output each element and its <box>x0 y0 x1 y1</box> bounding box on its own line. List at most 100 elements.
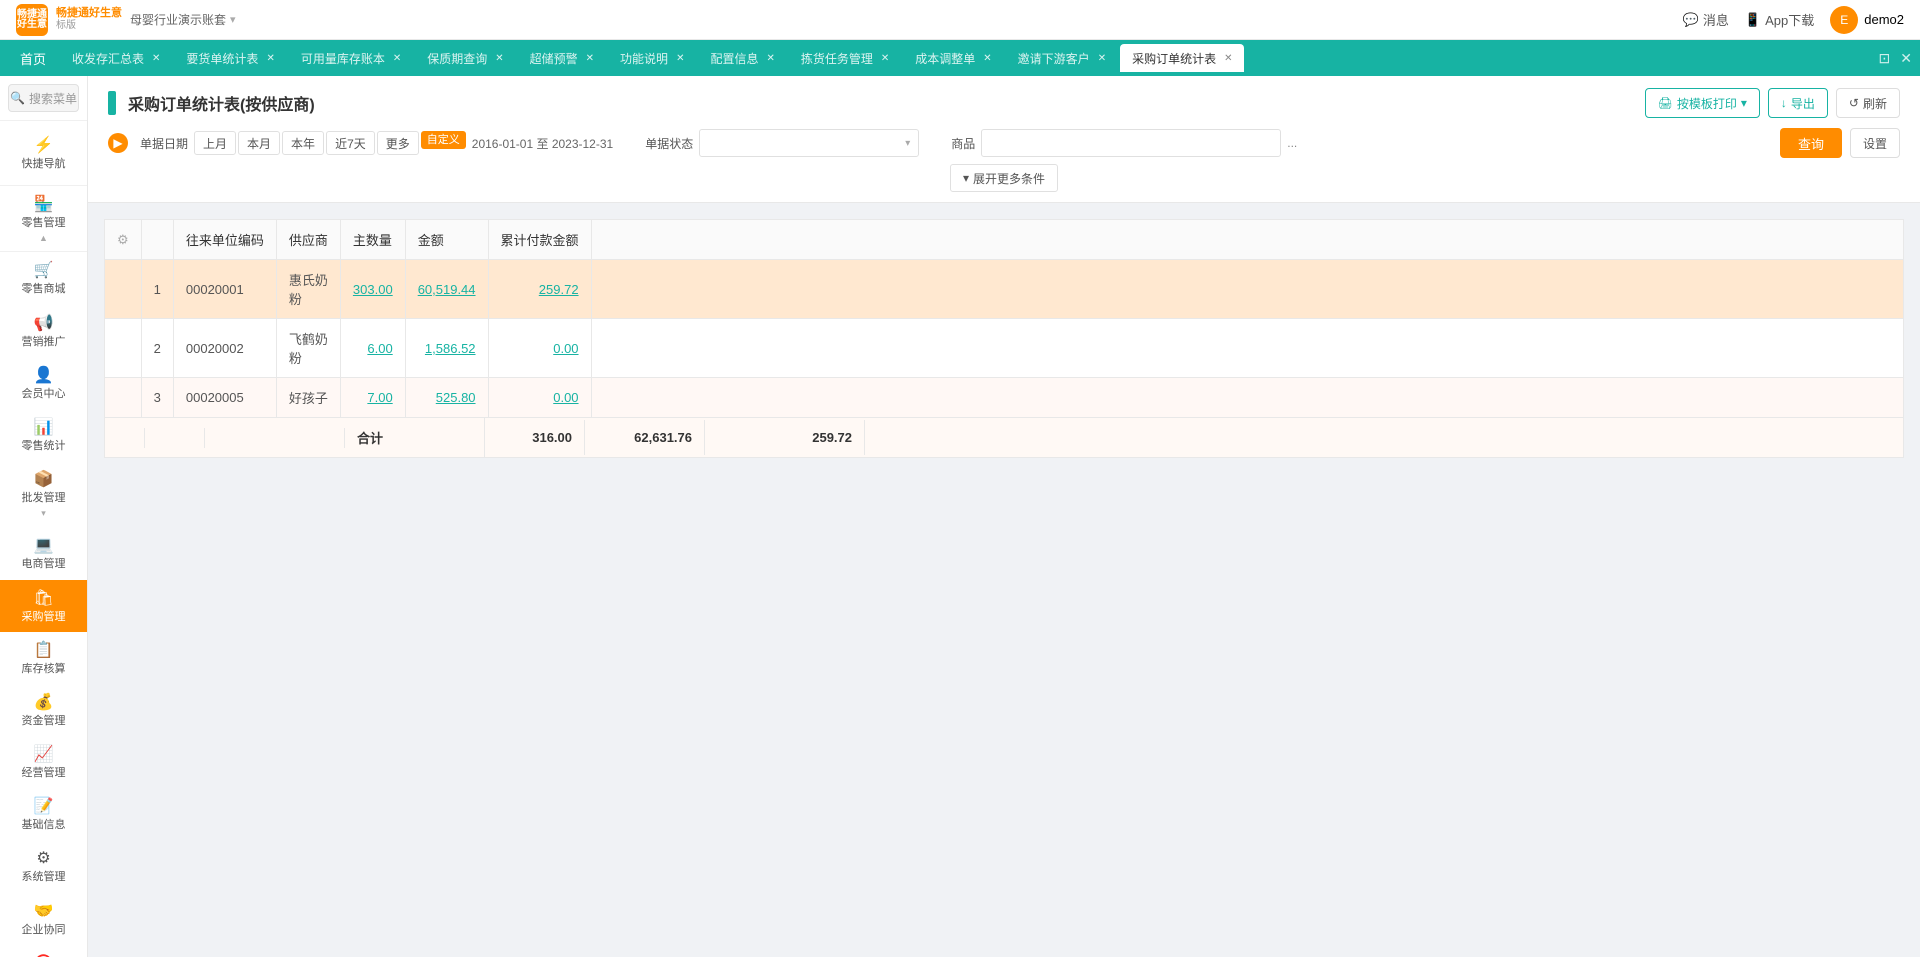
close-tab-gongneng[interactable]: ✕ <box>676 53 684 64</box>
close-tab-keyongliang[interactable]: ✕ <box>393 53 401 64</box>
date-btn-this-month[interactable]: 本月 <box>238 131 280 155</box>
close-tab-chaochu[interactable]: ✕ <box>586 53 594 64</box>
system-icon: ⚙ <box>36 848 50 868</box>
expand-more-row: ▾ 展开更多条件 <box>108 158 1900 194</box>
gear-settings-icon[interactable]: ⚙ <box>117 232 129 247</box>
close-tab-chengbentiaoz[interactable]: ✕ <box>983 53 991 64</box>
close-tab-yaohuodanbi[interactable]: ✕ <box>266 53 274 64</box>
top-bar: 畅捷通好生意 畅捷通好生意 标版 母婴行业演示账套 ▾ 💬 消息 📱 App下载… <box>0 0 1920 40</box>
tab-yaoqingxiayou[interactable]: 邀请下游客户 ✕ <box>1006 44 1118 72</box>
goods-filter-item: 商品 ... <box>951 129 1297 157</box>
tab-chengbentiaoz[interactable]: 成本调整单 ✕ <box>903 44 1003 72</box>
sidebar-item-system[interactable]: ⚙ 系统管理 <box>0 840 87 892</box>
table-row[interactable]: 3 00020005 好孩子 7.00 525.80 0.00 <box>105 378 1904 418</box>
message-btn[interactable]: 💬 消息 <box>1683 10 1729 29</box>
print-dropdown-icon[interactable]: ▾ <box>1741 96 1747 110</box>
app-download-btn[interactable]: 📱 App下载 <box>1745 10 1814 29</box>
ecom-label: 电商管理 <box>22 558 66 571</box>
row-2-paid: 0.00 <box>488 319 591 378</box>
sidebar-item-inventory[interactable]: 📋 库存核算 <box>0 632 87 684</box>
date-btn-more[interactable]: 更多 <box>377 131 419 155</box>
query-button[interactable]: 查询 <box>1780 128 1842 158</box>
basic-icon: 📝 <box>34 796 54 816</box>
expand-more-btn[interactable]: ▾ 展开更多条件 <box>950 164 1058 192</box>
sidebar-item-retailshop[interactable]: 🛒 零售商城 <box>0 252 87 304</box>
row-3-seq: 3 <box>141 378 173 418</box>
tab-baojiancha[interactable]: 保质期查询 ✕ <box>415 44 515 72</box>
logo-icon: 畅捷通好生意 <box>16 4 48 36</box>
tab-caigou-tj[interactable]: 采购订单统计表 ✕ <box>1120 44 1244 72</box>
sidebar-item-collab[interactable]: 🤝 企业协同 <box>0 893 87 945</box>
export-label: 导出 <box>1791 95 1815 112</box>
sidebar-item-member[interactable]: 👤 会员中心 <box>0 357 87 409</box>
close-tab-caigou-tj[interactable]: ✕ <box>1224 53 1232 64</box>
collab-label: 企业协同 <box>22 924 66 937</box>
tab-keyongliang[interactable]: 可用量库存账本 ✕ <box>289 44 413 72</box>
goods-more-btn[interactable]: ... <box>1287 136 1297 150</box>
tab-gongneng[interactable]: 功能说明 ✕ <box>608 44 696 72</box>
row-3-amount: 525.80 <box>405 378 488 418</box>
content-area: 采购订单统计表(按供应商) 🖨 按模板打印 ▾ ↓ 导出 ↺ 刷新 <box>88 76 1920 957</box>
logo-text: 畅捷通好生意 <box>56 7 122 20</box>
date-custom-tag[interactable]: 自定义 <box>421 131 466 149</box>
goods-input[interactable] <box>981 129 1281 157</box>
refresh-label: 刷新 <box>1863 95 1887 112</box>
window-restore-icon[interactable]: ⊡ <box>1879 50 1891 67</box>
date-filter-item: 单据日期 上月 本月 本年 近7天 更多 自定义 2016-01-01 至 20… <box>140 131 613 155</box>
filter-collapse-btn[interactable]: ▶ <box>108 133 128 153</box>
tab-chaochu[interactable]: 超储预警 ✕ <box>518 44 606 72</box>
quicknav-icon: ⚡ <box>34 135 54 155</box>
sidebar-item-ecom[interactable]: 💻 电商管理 <box>0 527 87 579</box>
sidebar-item-purchase[interactable]: 🛍 采购管理 <box>0 580 87 632</box>
close-tab-yaoqingxiayou[interactable]: ✕ <box>1098 53 1106 64</box>
sidebar-item-guide[interactable]: 🎯 新手引导 <box>0 945 87 957</box>
settings-button[interactable]: 设置 <box>1850 128 1900 158</box>
close-tab-peizhi[interactable]: ✕ <box>766 53 774 64</box>
tab-yaohuodanbi[interactable]: 要货单统计表 ✕ <box>174 44 286 72</box>
sidebar-item-wholesale[interactable]: 📦 批发管理 ▾ <box>0 461 87 527</box>
close-tab-shoufaquhui[interactable]: ✕ <box>152 53 160 64</box>
window-close-icon[interactable]: ✕ <box>1900 50 1912 67</box>
date-btn-last-month[interactable]: 上月 <box>194 131 236 155</box>
close-tab-baojiancha[interactable]: ✕ <box>495 53 503 64</box>
table-row[interactable]: 1 00020001 惠氏奶粉 303.00 60,519.44 259.72 <box>105 260 1904 319</box>
export-icon: ↓ <box>1781 96 1787 110</box>
table-row[interactable]: 2 00020002 飞鹤奶粉 6.00 1,586.52 0.00 <box>105 319 1904 378</box>
row-2-qty: 6.00 <box>340 319 405 378</box>
retailstat-icon: 📊 <box>34 417 54 437</box>
tab-shoufaquhui[interactable]: 收发存汇总表 ✕ <box>60 44 172 72</box>
th-seq <box>141 220 173 260</box>
tab-paihuoren[interactable]: 拣货任务管理 ✕ <box>789 44 901 72</box>
title-accent-bar <box>108 91 116 115</box>
status-select[interactable]: ▾ <box>699 129 919 157</box>
quick-nav-item[interactable]: ⚡ 快捷导航 <box>0 121 87 186</box>
tab-home[interactable]: 首页 <box>8 44 58 72</box>
sidebar-item-finance[interactable]: 💰 资金管理 <box>0 684 87 736</box>
basic-label: 基础信息 <box>22 819 66 832</box>
close-tab-paihuoren[interactable]: ✕ <box>881 53 889 64</box>
search-menu-btn[interactable]: 🔍 搜索菜单 <box>8 84 79 112</box>
refresh-button[interactable]: ↺ 刷新 <box>1836 88 1900 118</box>
page-header: 采购订单统计表(按供应商) 🖨 按模板打印 ▾ ↓ 导出 ↺ 刷新 <box>88 76 1920 203</box>
app-icon: 📱 <box>1745 12 1761 28</box>
user-area[interactable]: E demo2 <box>1830 6 1904 34</box>
breadcrumb-arrow-icon[interactable]: ▾ <box>230 13 236 26</box>
date-btn-7days[interactable]: 近7天 <box>326 131 375 155</box>
export-button[interactable]: ↓ 导出 <box>1768 88 1828 118</box>
sidebar-item-quicknav[interactable]: ⚡ 快捷导航 <box>0 127 87 179</box>
purchase-label: 采购管理 <box>22 611 66 624</box>
tab-peizhi[interactable]: 配置信息 ✕ <box>698 44 786 72</box>
date-btn-this-year[interactable]: 本年 <box>282 131 324 155</box>
print-button[interactable]: 🖨 按模板打印 ▾ <box>1645 88 1760 118</box>
sidebar-item-retailstat[interactable]: 📊 零售统计 <box>0 409 87 461</box>
sidebar-item-ops[interactable]: 📈 经营管理 <box>0 736 87 788</box>
footer-paid-cell: 259.72 <box>705 420 865 455</box>
sidebar-item-retail[interactable]: 🏪 零售管理 ▲ <box>0 186 87 251</box>
table-container: ⚙ 往来单位编码 供应商 主数量 金额 累计付款金额 1 <box>88 203 1920 957</box>
ops-label: 经营管理 <box>22 767 66 780</box>
sidebar-item-marketing[interactable]: 📢 营销推广 <box>0 305 87 357</box>
ops-icon: 📈 <box>34 744 54 764</box>
sidebar-item-basic[interactable]: 📝 基础信息 <box>0 788 87 840</box>
row-1-empty <box>591 260 1903 319</box>
row-1-paid: 259.72 <box>488 260 591 319</box>
